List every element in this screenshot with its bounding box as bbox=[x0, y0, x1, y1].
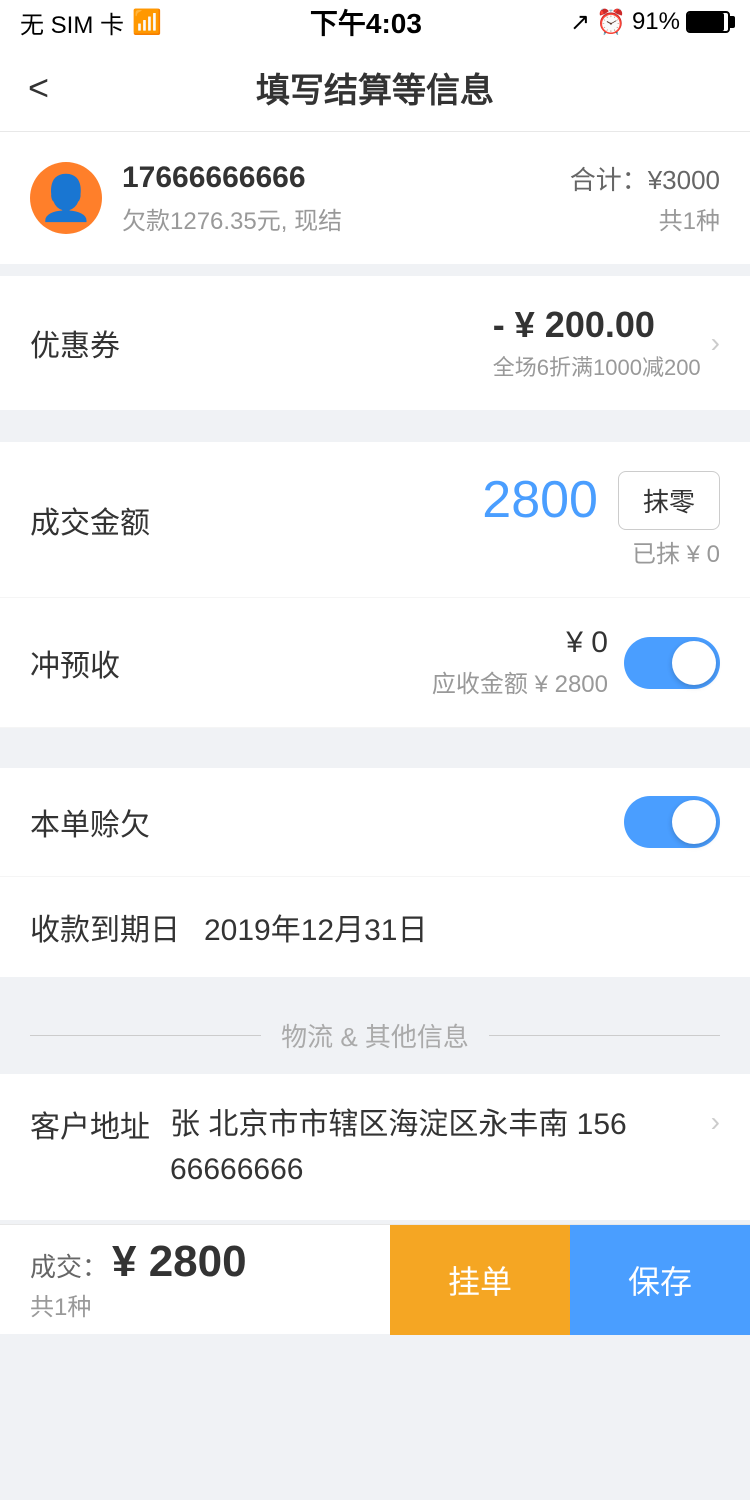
user-phone: 17666666666 bbox=[122, 161, 342, 195]
total-count: 共1种 bbox=[570, 201, 720, 236]
address-value: 张 北京市市辖区海淀区永丰南 156 66666666 bbox=[170, 1102, 701, 1192]
bottom-bar: 成交： ¥ 2800 共1种 挂单 保存 bbox=[0, 1224, 750, 1334]
wifi-icon: 📶 bbox=[132, 8, 162, 37]
benshu-row: 本单赊欠 bbox=[0, 768, 750, 877]
save-button[interactable]: 保存 bbox=[570, 1225, 750, 1335]
logistics-header: 物流 & 其他信息 bbox=[0, 997, 750, 1074]
bottom-deal-label: 成交： bbox=[30, 1247, 108, 1284]
benshu-toggle[interactable] bbox=[624, 796, 720, 848]
coupon-section[interactable]: 优惠券 - ¥ 200.00 全场6折满1000减200 › bbox=[0, 276, 750, 410]
address-chevron-icon: › bbox=[711, 1102, 720, 1138]
status-bar: 无 SIM 卡 📶 下午4:03 ↗ ⏰ 91% bbox=[0, 0, 750, 44]
status-time: 下午4:03 bbox=[310, 2, 422, 42]
status-left: 无 SIM 卡 📶 bbox=[20, 5, 162, 40]
battery-icon bbox=[686, 11, 730, 33]
section-2: 本单赊欠 收款到期日 2019年12月31日 bbox=[0, 768, 750, 977]
chong-label: 冲预收 bbox=[30, 641, 120, 685]
date-label: 收款到期日 bbox=[30, 905, 180, 949]
chong-right: ¥ 0 应收金额 ¥ 2800 bbox=[432, 626, 720, 699]
chong-sub: 应收金额 ¥ 2800 bbox=[432, 664, 608, 699]
deal-sub: 已抹 ¥ 0 bbox=[482, 534, 720, 569]
bottom-count: 共1种 bbox=[30, 1287, 360, 1322]
date-value: 2019年12月31日 bbox=[204, 905, 427, 949]
back-button[interactable]: < bbox=[28, 67, 49, 109]
coupon-label: 优惠券 bbox=[30, 321, 120, 365]
page-title: 填写结算等信息 bbox=[256, 63, 494, 112]
user-info: 17666666666 欠款1276.35元, 现结 bbox=[122, 161, 342, 236]
date-row: 收款到期日 2019年12月31日 bbox=[0, 877, 750, 977]
logistics-text: 物流 & 其他信息 bbox=[281, 1017, 469, 1054]
alarm-icon: ⏰ bbox=[596, 8, 626, 37]
logistics-line-left bbox=[30, 1035, 261, 1036]
avatar: 👤 bbox=[30, 162, 102, 234]
round-button[interactable]: 抹零 bbox=[618, 471, 720, 530]
hang-button[interactable]: 挂单 bbox=[390, 1225, 570, 1335]
user-debt: 欠款1276.35元, 现结 bbox=[122, 201, 342, 236]
section-gap-2 bbox=[0, 728, 750, 748]
deal-label: 成交金额 bbox=[30, 498, 150, 542]
coupon-amount: - ¥ 200.00 bbox=[493, 304, 701, 346]
deal-amount: 2800 bbox=[482, 470, 598, 530]
benshu-toggle-knob bbox=[672, 800, 716, 844]
deal-value-right: 2800 抹零 bbox=[482, 470, 720, 530]
toggle-knob bbox=[672, 641, 716, 685]
user-section: 👤 17666666666 欠款1276.35元, 现结 合计：¥3000 共1… bbox=[0, 132, 750, 264]
address-row[interactable]: 客户地址 张 北京市市辖区海淀区永丰南 156 66666666 › bbox=[0, 1074, 750, 1220]
section-gap-3 bbox=[0, 977, 750, 997]
battery-text: 91% bbox=[632, 8, 680, 36]
bottom-amount: ¥ 2800 bbox=[112, 1237, 247, 1287]
chevron-right-icon: › bbox=[711, 327, 720, 359]
total-label: 合计：¥3000 bbox=[570, 160, 720, 197]
coupon-desc: 全场6折满1000减200 bbox=[493, 350, 701, 382]
chong-row: 冲预收 ¥ 0 应收金额 ¥ 2800 bbox=[0, 598, 750, 728]
nav-bar: < 填写结算等信息 bbox=[0, 44, 750, 132]
chong-amount: ¥ 0 bbox=[432, 626, 608, 660]
form-section-1: 成交金额 2800 抹零 已抹 ¥ 0 冲预收 ¥ 0 应收金额 ¥ 2800 bbox=[0, 442, 750, 728]
coupon-right: - ¥ 200.00 全场6折满1000减200 › bbox=[493, 304, 720, 382]
user-right: 合计：¥3000 共1种 bbox=[570, 160, 720, 236]
bottom-left: 成交： ¥ 2800 共1种 bbox=[0, 1237, 390, 1322]
benshu-label: 本单赊欠 bbox=[30, 800, 150, 844]
deal-row: 成交金额 2800 抹零 已抹 ¥ 0 bbox=[0, 442, 750, 598]
status-right: ↗ ⏰ 91% bbox=[570, 8, 730, 37]
chong-toggle[interactable] bbox=[624, 637, 720, 689]
chong-amount-block: ¥ 0 应收金额 ¥ 2800 bbox=[432, 626, 608, 699]
avatar-icon: 👤 bbox=[39, 172, 94, 224]
address-label: 客户地址 bbox=[30, 1102, 150, 1146]
user-left: 👤 17666666666 欠款1276.35元, 现结 bbox=[30, 161, 342, 236]
location-icon: ↗ bbox=[570, 8, 590, 37]
logistics-line-right bbox=[489, 1035, 720, 1036]
address-section: 客户地址 张 北京市市辖区海淀区永丰南 156 66666666 › bbox=[0, 1074, 750, 1220]
no-sim-text: 无 SIM 卡 bbox=[20, 5, 124, 40]
section-gap-1 bbox=[0, 422, 750, 442]
